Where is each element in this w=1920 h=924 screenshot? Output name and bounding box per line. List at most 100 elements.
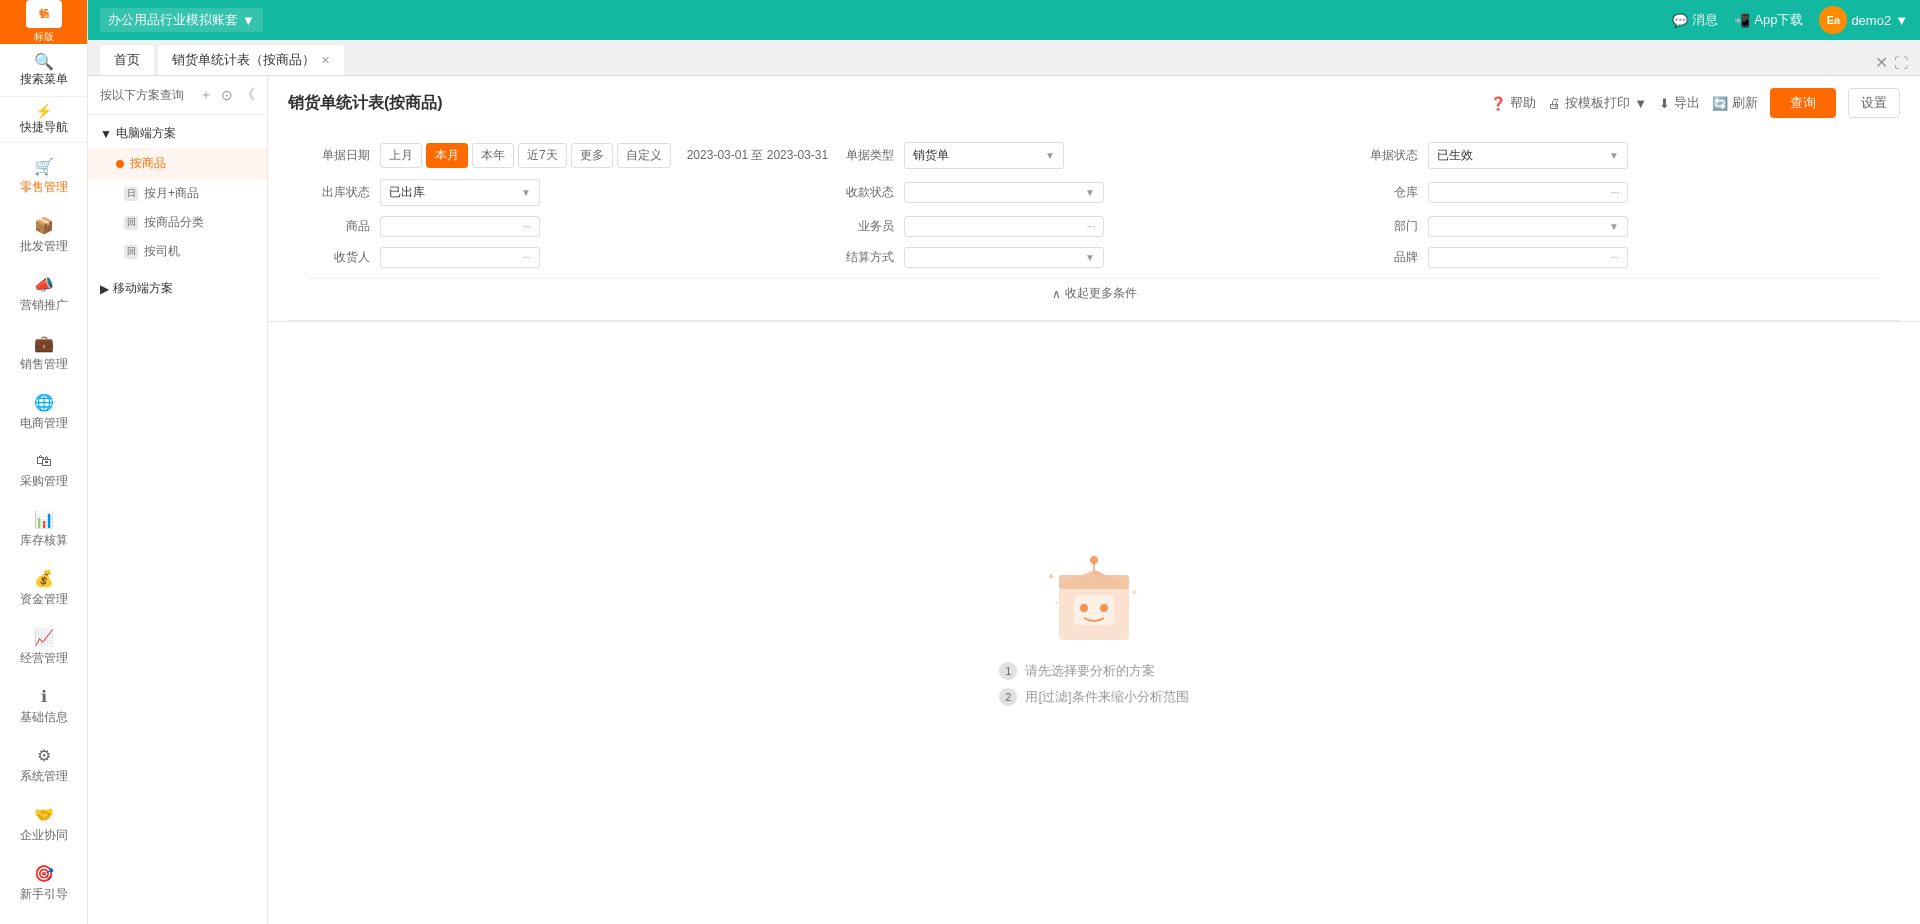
product-select[interactable]: ··· — [380, 216, 540, 237]
maximize-window-icon[interactable]: ⛶ — [1894, 55, 1908, 71]
window-controls: ✕ ⛶ — [1875, 55, 1908, 75]
payment-select[interactable]: ▼ — [904, 247, 1104, 268]
tab-report[interactable]: 销货单统计表（按商品） ✕ — [158, 45, 344, 75]
dropdown-arrow-icon: ▼ — [242, 13, 255, 28]
receipt-status-arrow-icon: ▼ — [1085, 187, 1095, 198]
warehouse-label: 仓库 — [1356, 184, 1428, 201]
user-menu[interactable]: Ea demo2 ▼ — [1819, 6, 1908, 34]
scheme-by-driver[interactable]: 回 按司机 — [88, 237, 267, 266]
hint-num-2: 2 — [999, 688, 1017, 706]
help-button[interactable]: ❓ 帮助 — [1490, 94, 1536, 112]
brand-select[interactable]: ··· — [1428, 247, 1628, 268]
export-button[interactable]: ⬇ 导出 — [1659, 94, 1700, 112]
doc-status-select[interactable]: 已生效 ▼ — [1428, 142, 1628, 169]
refresh-button[interactable]: 🔄 刷新 — [1712, 94, 1758, 112]
sidebar-item-operations[interactable]: 📈 经营管理 — [0, 618, 87, 677]
sidebar-item-marketing[interactable]: 📣 营销推广 — [0, 265, 87, 324]
mobile-scheme-group-title[interactable]: ▶ 移动端方案 — [88, 274, 267, 303]
sidebar: 畅 标版 🔍 搜索菜单 ⚡ 快捷导航 🛒 零售管理 📦 批发管理 📣 营销推广 … — [0, 0, 88, 924]
account-dropdown[interactable]: 办公用品行业模拟账套 ▼ — [100, 8, 263, 32]
recipient-control: ··· — [380, 247, 832, 268]
out-status-select[interactable]: 已出库 ▼ — [380, 179, 540, 206]
collapse-filters-button[interactable]: ∧ 收起更多条件 — [308, 278, 1880, 308]
message-button[interactable]: 💬 消息 — [1672, 11, 1718, 29]
sidebar-item-inventory[interactable]: 📊 库存核算 — [0, 500, 87, 559]
scheme-by-category[interactable]: 回 按商品分类 — [88, 208, 267, 237]
svg-text:✦: ✦ — [1054, 600, 1059, 606]
scheme-by-product[interactable]: 按商品 — [88, 148, 267, 179]
active-dot-icon — [116, 160, 124, 168]
app-download-button[interactable]: 📲 App下载 — [1734, 11, 1803, 29]
query-button[interactable]: 查询 — [1770, 88, 1836, 118]
sidebar-item-wholesale[interactable]: 📦 批发管理 — [0, 206, 87, 265]
close-window-icon[interactable]: ✕ — [1875, 55, 1888, 71]
svg-point-5 — [1080, 604, 1088, 612]
salesman-select[interactable]: ··· — [904, 216, 1104, 237]
last7-btn[interactable]: 近7天 — [518, 143, 567, 168]
svg-rect-3 — [1059, 575, 1129, 589]
svg-point-8 — [1090, 556, 1098, 564]
custom-btn[interactable]: 自定义 — [617, 143, 671, 168]
department-select[interactable]: ▼ — [1428, 216, 1628, 237]
doc-type-value: 销货单 — [913, 147, 949, 164]
receipt-status-select[interactable]: ▼ — [904, 182, 1104, 203]
recipient-select[interactable]: ··· — [380, 247, 540, 268]
more-btn[interactable]: 更多 — [571, 143, 613, 168]
main-area: 办公用品行业模拟账套 ▼ 💬 消息 📲 App下载 Ea demo2 ▼ — [88, 0, 1920, 924]
filter-row-4: 收货人 ··· 结算方式 ▼ — [308, 247, 1880, 268]
left-scheme-panel: 按以下方案查询 ＋ ⊙ 《 ▼ 电脑端方案 按商品 日 按月+商 — [88, 76, 268, 924]
sales-icon: 💼 — [34, 334, 54, 353]
enterprise-icon: 🤝 — [34, 805, 54, 824]
brand-control: ··· — [1428, 247, 1880, 268]
last-month-btn[interactable]: 上月 — [380, 143, 422, 168]
warehouse-arrow-icon: ··· — [1611, 187, 1619, 198]
sidebar-logo: 畅 标版 — [0, 0, 88, 44]
empty-state-icon: ✦ ✦ ✦ — [1039, 540, 1149, 650]
sidebar-item-finance[interactable]: 💰 资金管理 — [0, 559, 87, 618]
sidebar-item-ecommerce[interactable]: 🌐 电商管理 — [0, 383, 87, 442]
retail-icon: 🛒 — [34, 157, 54, 176]
doc-status-arrow-icon: ▼ — [1609, 150, 1619, 161]
payment-arrow-icon: ▼ — [1085, 252, 1095, 263]
svg-point-6 — [1100, 604, 1108, 612]
doc-type-arrow-icon: ▼ — [1045, 150, 1055, 161]
sidebar-item-apps[interactable]: 📱 应用中心 — [0, 913, 87, 924]
sidebar-item-system[interactable]: ⚙ 系统管理 — [0, 736, 87, 795]
doc-status-label: 单据状态 — [1356, 147, 1428, 164]
current-month-btn[interactable]: 本月 — [426, 143, 468, 168]
product-dots-icon: ··· — [523, 221, 531, 232]
settings-scheme-icon[interactable]: ⊙ — [221, 87, 233, 103]
sidebar-item-sales[interactable]: 💼 销售管理 — [0, 324, 87, 383]
sidebar-item-retail[interactable]: 🛒 零售管理 — [0, 147, 87, 206]
tab-close-icon[interactable]: ✕ — [321, 54, 330, 67]
sidebar-item-purchase[interactable]: 🛍 采购管理 — [0, 442, 87, 500]
scheme-category-icon: 回 — [124, 216, 138, 230]
page-title-row: 销货单统计表(按商品) ❓ 帮助 🖨 按模板打印 ▼ ⬇ — [288, 88, 1900, 118]
tab-home[interactable]: 首页 — [100, 45, 154, 75]
template-print-button[interactable]: 🖨 按模板打印 ▼ — [1548, 94, 1647, 112]
ecommerce-icon: 🌐 — [34, 393, 54, 412]
scheme-by-month-product[interactable]: 日 按月+商品 — [88, 179, 267, 208]
department-arrow-icon: ▼ — [1609, 221, 1619, 232]
sidebar-item-basic[interactable]: ℹ 基础信息 — [0, 677, 87, 736]
sidebar-item-enterprise[interactable]: 🤝 企业协同 — [0, 795, 87, 854]
user-dropdown-icon: ▼ — [1895, 13, 1908, 28]
add-scheme-icon[interactable]: ＋ — [199, 86, 213, 104]
sidebar-search[interactable]: 🔍 搜索菜单 — [0, 44, 87, 97]
header-right: 💬 消息 📲 App下载 Ea demo2 ▼ — [1672, 6, 1908, 34]
receipt-status-label: 收款状态 — [832, 184, 904, 201]
doc-type-select[interactable]: 销货单 ▼ — [904, 142, 1064, 169]
collapse-scheme-icon[interactable]: 《 — [241, 86, 255, 104]
sidebar-quick-nav[interactable]: ⚡ 快捷导航 — [0, 97, 87, 143]
page-title: 销货单统计表(按商品) — [288, 93, 443, 114]
pc-scheme-group-title[interactable]: ▼ 电脑端方案 — [88, 119, 267, 148]
out-status-value: 已出库 — [389, 184, 425, 201]
current-year-btn[interactable]: 本年 — [472, 143, 514, 168]
warehouse-select[interactable]: ··· — [1428, 182, 1628, 203]
settings-button[interactable]: 设置 — [1848, 88, 1900, 118]
salesman-label: 业务员 — [832, 218, 904, 235]
sidebar-item-newbie[interactable]: 🎯 新手引导 — [0, 854, 87, 913]
out-status-control: 已出库 ▼ — [380, 179, 832, 206]
message-icon: 💬 — [1672, 13, 1688, 28]
date-buttons: 上月 本月 本年 近7天 更多 自定义 — [380, 143, 671, 168]
